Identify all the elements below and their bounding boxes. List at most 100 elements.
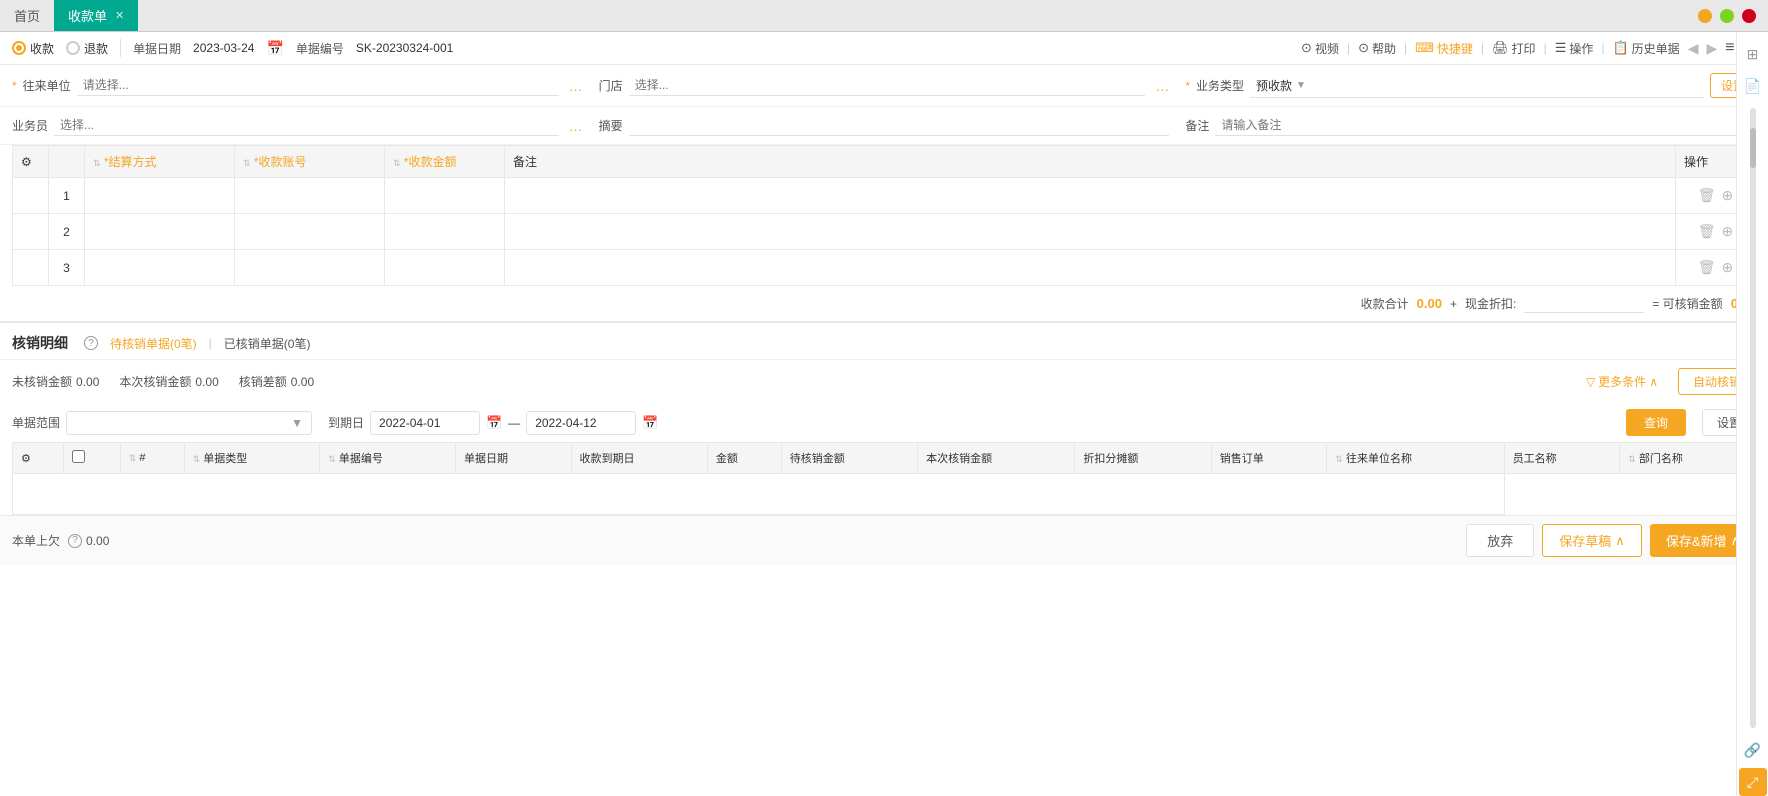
print-action[interactable]: 🖨 打印 xyxy=(1492,40,1536,57)
date-to-calendar-icon[interactable]: 📅 xyxy=(642,415,658,431)
win-maximize-btn[interactable] xyxy=(1720,9,1734,23)
tab-receipt[interactable]: 收款单 ✕ xyxy=(54,0,138,31)
row-amount[interactable] xyxy=(385,250,505,286)
date-from-calendar-icon[interactable]: 📅 xyxy=(486,415,502,431)
row-remark[interactable] xyxy=(505,250,1676,286)
store-input[interactable] xyxy=(629,75,1146,96)
refund-radio-label: 退款 xyxy=(84,40,108,57)
salesperson-more-icon[interactable]: … xyxy=(569,118,583,134)
video-icon: ⊙ xyxy=(1301,40,1312,56)
range-select[interactable]: ▼ xyxy=(66,411,312,435)
date-from-input[interactable] xyxy=(370,411,480,435)
row-delete-btn[interactable]: 🗑 xyxy=(1698,187,1716,204)
footer-info-icon[interactable]: ? xyxy=(68,534,82,548)
hamburger-icon[interactable]: ≡ xyxy=(1725,39,1734,57)
sort-icon-2: ⇅ xyxy=(328,454,336,464)
sidebar-expand-icon[interactable]: ⤢ xyxy=(1739,768,1767,796)
date-to-input[interactable] xyxy=(526,411,636,435)
number-label: 单据编号 xyxy=(296,40,344,57)
date-value[interactable]: 2023-03-24 xyxy=(193,41,254,55)
col-settings-header[interactable]: ⚙ xyxy=(13,146,49,178)
tab-receipt-close[interactable]: ✕ xyxy=(115,9,124,22)
amount-sort-icon: ⇅ xyxy=(393,158,401,168)
sidebar-table-icon[interactable]: ⊞ xyxy=(1739,40,1767,68)
footer-btns: 放弃 保存草稿 ∧ 保存&新增 ∧ xyxy=(1466,524,1756,557)
video-action[interactable]: ⊙ 视频 xyxy=(1301,40,1339,57)
bottom-col-6: 待核销金额 xyxy=(781,443,917,474)
window-controls xyxy=(1698,9,1768,23)
more-conditions-btn[interactable]: ▽ 更多条件 ∧ xyxy=(1586,373,1658,390)
number-value[interactable]: SK-20230324-001 xyxy=(356,41,453,55)
row-remark[interactable] xyxy=(505,178,1676,214)
tab-done[interactable]: 已核销单据(0笔) xyxy=(224,335,311,352)
win-minimize-btn[interactable] xyxy=(1698,9,1712,23)
shortcut-action[interactable]: ⌨ 快捷键 xyxy=(1415,40,1473,57)
refund-radio[interactable]: 退款 xyxy=(66,40,108,57)
counterpart-field: * 往来单位 … xyxy=(12,75,583,96)
receipt-radio[interactable]: 收款 xyxy=(12,40,54,57)
row-remark[interactable] xyxy=(505,214,1676,250)
divider-1 xyxy=(120,39,121,57)
tab-home[interactable]: 首页 xyxy=(0,0,54,31)
shortcut-icon: ⌨ xyxy=(1415,40,1434,56)
remark-field: 备注 xyxy=(1185,115,1756,136)
row-copy-btn[interactable]: ⊕ xyxy=(1722,187,1734,204)
select-all-checkbox[interactable] xyxy=(72,450,85,463)
sidebar-scrollbar[interactable] xyxy=(1750,108,1756,728)
current-cancel-value: 0.00 xyxy=(195,375,218,389)
counterpart-more-icon[interactable]: … xyxy=(569,78,583,94)
sidebar-link-icon[interactable]: 🔗 xyxy=(1739,736,1767,764)
row-account[interactable] xyxy=(235,250,385,286)
row-settle[interactable] xyxy=(85,178,235,214)
row-settle[interactable] xyxy=(85,214,235,250)
win-close-btn[interactable] xyxy=(1742,9,1756,23)
total-value: 0.00 xyxy=(1417,296,1442,311)
row-delete-btn[interactable]: 🗑 xyxy=(1698,223,1716,240)
row-delete-btn[interactable]: 🗑 xyxy=(1698,259,1716,276)
row-amount[interactable] xyxy=(385,214,505,250)
history-label: 历史单据 xyxy=(1632,40,1680,57)
row-account[interactable] xyxy=(235,178,385,214)
tab-pending[interactable]: 待核销单据(0笔) xyxy=(110,335,197,352)
counterpart-input[interactable] xyxy=(77,75,559,96)
core-section-header: 核销明细 ? 待核销单据(0笔) | 已核销单据(0笔) xyxy=(0,323,1768,360)
calendar-icon[interactable]: 📅 xyxy=(266,40,283,57)
conditions-arrow: ∧ xyxy=(1649,375,1658,389)
sort-icon-1: ⇅ xyxy=(193,454,201,464)
row-amount[interactable] xyxy=(385,178,505,214)
summary-row: 收款合计 0.00 + 现金折扣: = 可核销金额 0.00 xyxy=(0,286,1768,323)
sidebar-thumb xyxy=(1750,128,1756,168)
sort-icon-0: ⇅ xyxy=(129,453,137,463)
sidebar-doc-icon[interactable]: 📄 xyxy=(1739,72,1767,100)
bottom-col-3: 单据日期 xyxy=(455,443,571,474)
row-settle[interactable] xyxy=(85,250,235,286)
remark-input[interactable] xyxy=(1215,115,1756,136)
abandon-btn[interactable]: 放弃 xyxy=(1466,524,1534,557)
discount-input[interactable] xyxy=(1524,294,1644,313)
row-account[interactable] xyxy=(235,214,385,250)
store-more-icon[interactable]: … xyxy=(1155,78,1169,94)
plus-sign: + xyxy=(1450,297,1457,311)
diff-label: 核销差额 xyxy=(239,373,287,390)
nav-left-icon[interactable]: ◀ xyxy=(1688,40,1699,57)
operation-action[interactable]: ☰ 操作 xyxy=(1555,40,1594,57)
salesperson-input[interactable] xyxy=(54,115,559,136)
tab-bar: 首页 收款单 ✕ xyxy=(0,0,1768,32)
bottom-col-checkbox[interactable] xyxy=(63,443,120,474)
help-action[interactable]: ⊙ 帮助 xyxy=(1358,40,1396,57)
bottom-col-settings[interactable]: ⚙ xyxy=(13,443,64,474)
tab-divider: | xyxy=(209,336,212,350)
summary-input[interactable] xyxy=(629,115,1170,136)
row-num: 3 xyxy=(49,250,85,286)
history-action[interactable]: 📋 历史单据 xyxy=(1612,40,1679,57)
section-info-icon[interactable]: ? xyxy=(84,336,98,350)
business-type-select[interactable]: 预收款 ▼ xyxy=(1250,74,1704,98)
bottom-col-1: ⇅ 单据类型 xyxy=(184,443,320,474)
query-btn[interactable]: 查询 xyxy=(1626,409,1686,436)
save-draft-btn[interactable]: 保存草稿 ∧ xyxy=(1542,524,1642,557)
nav-right-icon[interactable]: ▶ xyxy=(1706,40,1717,57)
row-copy-btn[interactable]: ⊕ xyxy=(1722,223,1734,240)
uncanceled-info: 未核销金额 0.00 xyxy=(12,373,99,390)
save-new-label: 保存&新增 xyxy=(1666,531,1727,550)
row-copy-btn[interactable]: ⊕ xyxy=(1722,259,1734,276)
